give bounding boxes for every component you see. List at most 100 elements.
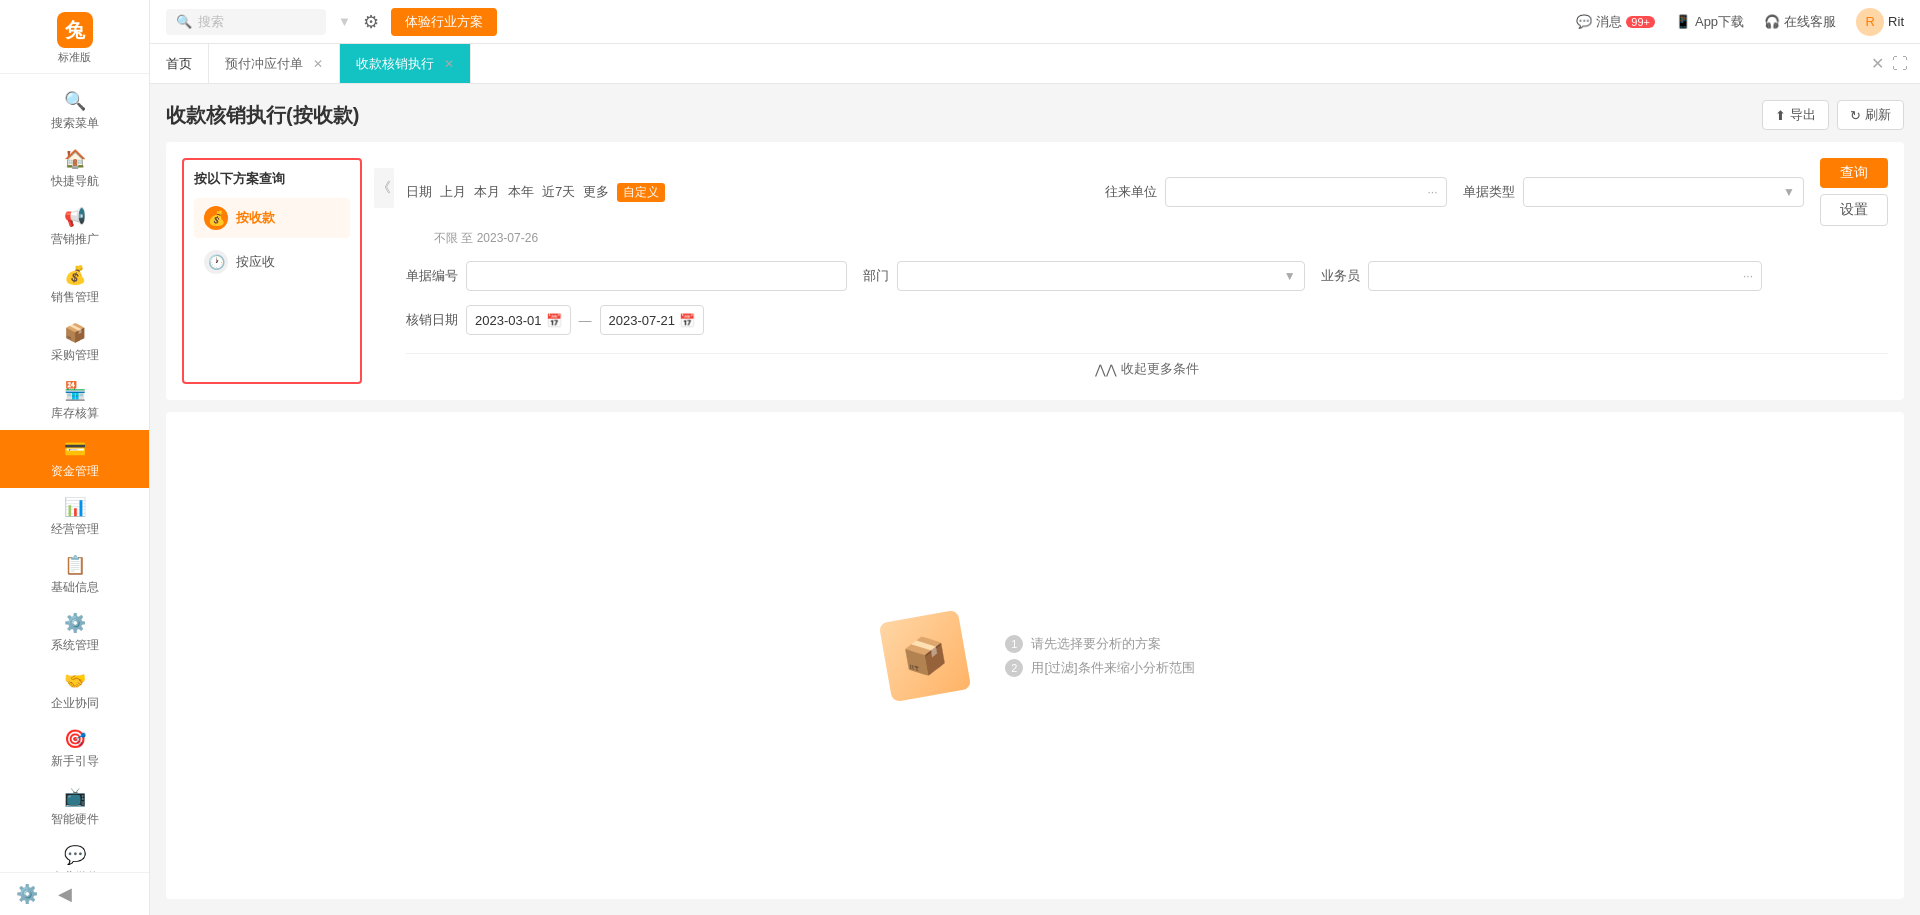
sidebar-item-system[interactable]: ⚙️ 系统管理	[0, 604, 149, 662]
salesperson-select[interactable]: ···	[1368, 261, 1762, 291]
date-separator: —	[579, 313, 592, 328]
avatar: R	[1856, 8, 1884, 36]
verify-date-start-input[interactable]: 2023-03-01 📅	[466, 305, 571, 335]
date-7days[interactable]: 近7天	[542, 183, 575, 201]
sidebar-item-purchase[interactable]: 📦 采购管理	[0, 314, 149, 372]
sidebar-label-system: 系统管理	[51, 637, 99, 654]
document-type-dropdown-icon: ▼	[1783, 185, 1795, 199]
header-right: 💬 消息 99+ 📱 App下载 🎧 在线客服 R Rit	[1576, 8, 1904, 36]
sidebar-item-quick-nav[interactable]: 🏠 快捷导航	[0, 140, 149, 198]
filter-area: 按以下方案查询 💰 按收款 🕐 按应收 《	[166, 142, 1904, 400]
sidebar-settings-icon[interactable]: ⚙️	[16, 883, 38, 905]
date-this-month[interactable]: 本月	[474, 183, 500, 201]
settings-button[interactable]: 设置	[1820, 194, 1888, 226]
document-type-label: 单据类型	[1463, 183, 1515, 201]
header-search-text: 搜索	[198, 13, 224, 31]
sidebar-item-beginner[interactable]: 🎯 新手引导	[0, 720, 149, 778]
query-option-by-receipt[interactable]: 💰 按收款	[194, 198, 350, 238]
calendar-start-icon: 📅	[546, 313, 562, 328]
department-select[interactable]: ▼	[897, 261, 1304, 291]
user-menu[interactable]: R Rit	[1856, 8, 1904, 36]
collapse-chevron-icon: 《	[377, 179, 391, 197]
header-gear-icon[interactable]: ⚙	[363, 11, 379, 33]
date-custom-badge[interactable]: 自定义	[617, 183, 665, 202]
message-icon: 💬	[1576, 14, 1592, 29]
sidebar-item-wechat[interactable]: 💬 企业微信	[0, 836, 149, 872]
date-hint: 不限 至 2023-07-26	[434, 230, 1888, 247]
document-no-input[interactable]	[466, 261, 847, 291]
app-icon: 📱	[1675, 14, 1691, 29]
sidebar-item-basic-info[interactable]: 📋 基础信息	[0, 546, 149, 604]
tab-receipt-verify-close[interactable]: ✕	[444, 57, 454, 71]
basicinfo-nav-icon: 📋	[64, 554, 86, 576]
verify-date-label: 核销日期	[406, 311, 458, 329]
by-receipt-icon: 💰	[204, 206, 228, 230]
sidebar-item-finance[interactable]: 💳 资金管理	[0, 430, 149, 488]
query-option-by-receivable[interactable]: 🕐 按应收	[194, 242, 350, 282]
query-button[interactable]: 查询	[1820, 158, 1888, 188]
sidebar-item-enterprise[interactable]: 🤝 企业协同	[0, 662, 149, 720]
tab-receipt-verify[interactable]: 收款核销执行 ✕	[340, 44, 471, 83]
sidebar-item-sales[interactable]: 💰 销售管理	[0, 256, 149, 314]
tab-prepay-close[interactable]: ✕	[313, 57, 323, 71]
verify-date-start-value: 2023-03-01	[475, 313, 542, 328]
date-this-year[interactable]: 本年	[508, 183, 534, 201]
message-button[interactable]: 💬 消息 99+	[1576, 13, 1655, 31]
panel-collapse-button[interactable]: 《	[374, 168, 394, 208]
sidebar-label-enterprise: 企业协同	[51, 695, 99, 712]
date-more[interactable]: 更多	[583, 183, 609, 201]
empty-state: 📦 1 请先选择要分析的方案 2 用[过滤]条件来缩小分析范围	[166, 412, 1904, 899]
tab-prepay[interactable]: 预付冲应付单 ✕	[209, 44, 340, 83]
query-panel: 按以下方案查询 💰 按收款 🕐 按应收	[182, 158, 362, 384]
message-badge: 99+	[1626, 16, 1655, 28]
message-label: 消息	[1596, 13, 1622, 31]
main-area: 🔍 搜索 ▼ ⚙ 体验行业方案 💬 消息 99+ 📱 App下载 🎧 在线客服 …	[150, 0, 1920, 915]
sidebar-item-marketing[interactable]: 📢 营销推广	[0, 198, 149, 256]
document-no-label: 单据编号	[406, 267, 458, 285]
sidebar-item-search[interactable]: 🔍 搜索菜单	[0, 82, 149, 140]
sidebar-label-finance: 资金管理	[51, 463, 99, 480]
sidebar-item-management[interactable]: 📊 经营管理	[0, 488, 149, 546]
export-button[interactable]: ⬆ 导出	[1762, 100, 1829, 130]
empty-box-icon: 📦	[879, 609, 972, 702]
sidebar-item-hardware[interactable]: 📺 智能硬件	[0, 778, 149, 836]
counterparty-select[interactable]: ···	[1165, 177, 1447, 207]
export-label: 导出	[1790, 106, 1816, 124]
hint-text-2: 用[过滤]条件来缩小分析范围	[1031, 659, 1194, 677]
tab-home[interactable]: 首页	[150, 44, 209, 83]
tab-receipt-verify-label: 收款核销执行	[356, 55, 434, 73]
date-last-month[interactable]: 上月	[440, 183, 466, 201]
service-icon: 🎧	[1764, 14, 1780, 29]
document-type-select[interactable]: ▼	[1523, 177, 1805, 207]
tab-close-icon[interactable]: ✕	[1871, 54, 1884, 73]
online-service-button[interactable]: 🎧 在线客服	[1764, 13, 1836, 31]
refresh-button[interactable]: ↻ 刷新	[1837, 100, 1904, 130]
inventory-nav-icon: 🏪	[64, 380, 86, 402]
sidebar-item-inventory[interactable]: 🏪 库存核算	[0, 372, 149, 430]
tab-bar-right: ✕ ⛶	[1859, 44, 1920, 83]
hint-num-1: 1	[1005, 635, 1023, 653]
tab-expand-icon[interactable]: ⛶	[1892, 55, 1908, 73]
verify-date-row: 2023-03-01 📅 — 2023-07-21 📅	[466, 305, 704, 335]
tab-prepay-label: 预付冲应付单	[225, 55, 303, 73]
sidebar-collapse-icon[interactable]: ◀	[58, 883, 72, 905]
management-nav-icon: 📊	[64, 496, 86, 518]
counterparty-more-icon: ···	[1427, 185, 1437, 199]
sidebar-label-beginner: 新手引导	[51, 753, 99, 770]
calendar-end-icon: 📅	[679, 313, 695, 328]
user-name: Rit	[1888, 14, 1904, 29]
form-buttons: 查询 设置	[1820, 158, 1888, 226]
app-download-button[interactable]: 📱 App下载	[1675, 13, 1744, 31]
online-service-label: 在线客服	[1784, 13, 1836, 31]
verify-date-end-input[interactable]: 2023-07-21 📅	[600, 305, 705, 335]
export-icon: ⬆	[1775, 108, 1786, 123]
hardware-nav-icon: 📺	[64, 786, 86, 808]
document-type-field: 单据类型 ▼	[1463, 177, 1805, 207]
header-search-box[interactable]: 🔍 搜索	[166, 9, 326, 35]
collapse-more-button[interactable]: ⋀⋀ 收起更多条件	[406, 353, 1888, 384]
trial-button[interactable]: 体验行业方案	[391, 8, 497, 36]
marketing-nav-icon: 📢	[64, 206, 86, 228]
sales-nav-icon: 💰	[64, 264, 86, 286]
salesperson-field: 业务员 ···	[1321, 261, 1762, 291]
sidebar-label-basic-info: 基础信息	[51, 579, 99, 596]
